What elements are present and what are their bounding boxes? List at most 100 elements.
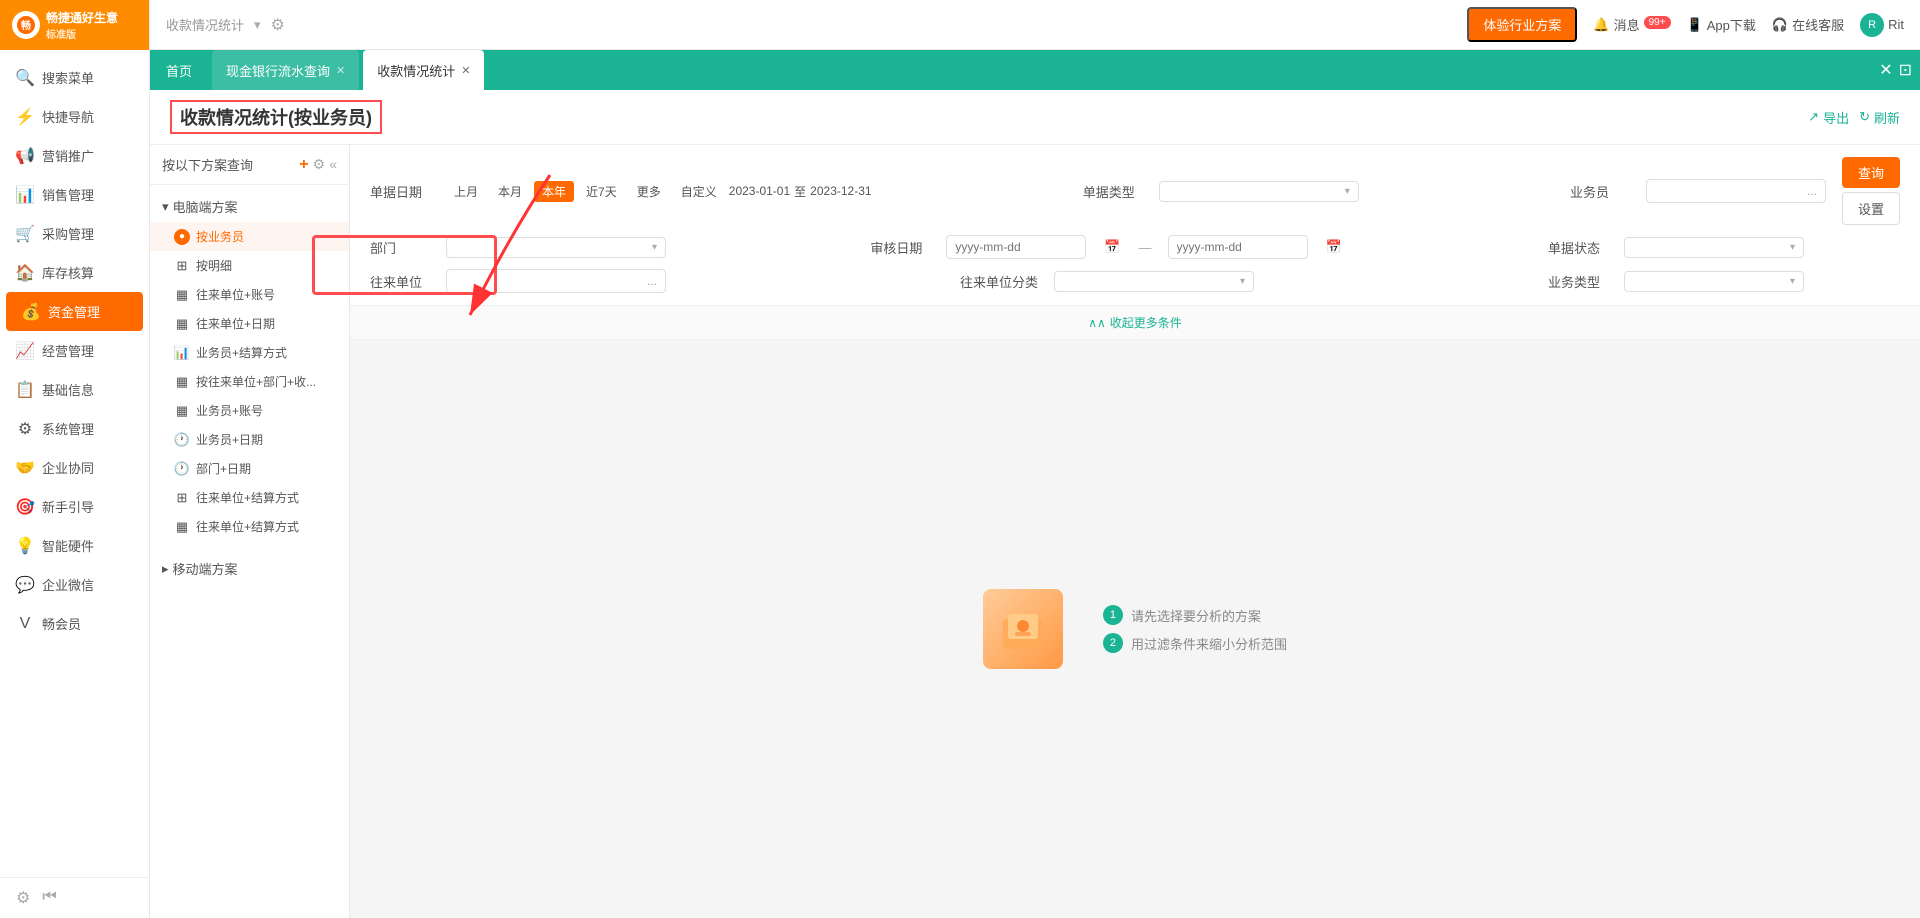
tab-maximize-icon[interactable]: ⊡ xyxy=(1899,60,1912,80)
sidebar-item-system[interactable]: ⚙系统管理 xyxy=(0,409,149,448)
date-tab-last-month[interactable]: 上月 xyxy=(446,181,486,202)
sidebar-item-purchase[interactable]: 🛒采购管理 xyxy=(0,214,149,253)
collapse-button[interactable]: ∧∧ 收起更多条件 xyxy=(1088,314,1182,331)
tree-item-by-staff[interactable]: ● 按业务员 xyxy=(150,222,349,251)
biz-type-label: 业务类型 xyxy=(1548,272,1608,291)
sidebar-label-quick-nav: 快捷导航 xyxy=(42,107,94,126)
partner-category-chevron-icon: ▾ xyxy=(1240,276,1245,287)
tab-home[interactable]: 首页 xyxy=(150,50,208,90)
tree-item-partner-dept-col[interactable]: ▦ 按往来单位+部门+收... xyxy=(150,367,349,396)
partner-more-icon[interactable]: ... xyxy=(647,274,657,288)
header-settings-icon[interactable]: ⚙ xyxy=(271,15,285,35)
staff-select[interactable]: ... xyxy=(1646,179,1826,203)
tree-item-partner-dept-col-label: 按往来单位+部门+收... xyxy=(196,373,316,390)
sidebar-item-finance[interactable]: 💰资金管理 xyxy=(6,292,143,331)
sidebar-label-smart-hw: 智能硬件 xyxy=(42,536,94,555)
tree-mobile-arrow: ▸ xyxy=(162,561,169,577)
tree-item-staff-settlement[interactable]: 📊 业务员+结算方式 xyxy=(150,338,349,367)
date-tab-custom[interactable]: 自定义 xyxy=(673,181,725,202)
sidebar-item-basic[interactable]: 📋基础信息 xyxy=(0,370,149,409)
tab-bar: 首页 现金银行流水查询 ✕ 收款情况统计 ✕ ✕ ⊡ xyxy=(150,50,1920,90)
logo-icon: 畅 xyxy=(12,11,40,39)
sidebar-label-search: 搜索菜单 xyxy=(42,68,94,87)
staff-more-icon[interactable]: ... xyxy=(1807,184,1817,198)
notification-icon: 🔔 xyxy=(1593,17,1609,33)
collapse-panel-icon[interactable]: « xyxy=(329,156,337,174)
trial-button[interactable]: 体验行业方案 xyxy=(1467,7,1577,42)
sidebar-item-quick-nav[interactable]: ⚡快捷导航 xyxy=(0,97,149,136)
partner-label: 往来单位 xyxy=(370,272,430,291)
sidebar-item-marketing[interactable]: 📢营销推广 xyxy=(0,136,149,175)
app-name: 畅捷通好生意 xyxy=(46,9,118,26)
review-date-sep: — xyxy=(1139,240,1152,255)
collapse-row: ∧∧ 收起更多条件 xyxy=(350,306,1920,340)
refresh-btn[interactable]: ↻ 刷新 xyxy=(1859,108,1900,127)
user-btn[interactable]: R Rit xyxy=(1860,13,1904,37)
tree-mobile-toggle[interactable]: ▸ 移动端方案 xyxy=(150,553,349,584)
tree-item-partner-settlement2[interactable]: ▦ 往来单位+结算方式 xyxy=(150,512,349,541)
partner-settlement2-icon: ▦ xyxy=(174,519,190,535)
settings-button[interactable]: 设置 xyxy=(1842,192,1900,225)
tree-item-by-detail-label: 按明细 xyxy=(196,257,232,274)
sidebar-item-guide[interactable]: 🎯新手引导 xyxy=(0,487,149,526)
app-download-btn[interactable]: 📱 App下载 xyxy=(1687,15,1756,34)
sidebar-bottom: ⚙ ⏮ xyxy=(0,877,149,918)
sidebar-item-operation[interactable]: 📈经营管理 xyxy=(0,331,149,370)
tab-bank-flow[interactable]: 现金银行流水查询 ✕ xyxy=(212,50,359,90)
sidebar-item-member[interactable]: V畅会员 xyxy=(0,604,149,643)
header-left: 收款情况统计 ▾ ⚙ xyxy=(166,15,285,35)
tree-item-partner-date[interactable]: ▦ 往来单位+日期 xyxy=(150,309,349,338)
date-tab-this-year[interactable]: 本年 xyxy=(534,181,574,202)
dropdown-icon[interactable]: ▾ xyxy=(254,17,261,33)
tree-item-by-detail[interactable]: ⊞ 按明细 xyxy=(150,251,349,280)
sidebar-item-search[interactable]: 🔍搜索菜单 xyxy=(0,58,149,97)
sidebar-item-smart-hw[interactable]: 💡智能硬件 xyxy=(0,526,149,565)
empty-content: 1 请先选择要分析的方案 2 用过滤条件来缩小分析范围 xyxy=(983,589,1287,669)
tree-item-partner-settlement1[interactable]: ⊞ 往来单位+结算方式 xyxy=(150,483,349,512)
dept-select[interactable]: ▾ xyxy=(446,237,666,258)
tree-desktop-arrow: ▾ xyxy=(162,199,169,215)
date-tabs: 上月 本月 本年 近7天 更多 自定义 2023-01-01 至 2023-12… xyxy=(446,181,872,202)
tree-item-dept-date[interactable]: 🕐 部门+日期 xyxy=(150,454,349,483)
tree-item-partner-account[interactable]: ▦ 往来单位+账号 xyxy=(150,280,349,309)
sidebar-item-enterprise[interactable]: 🤝企业协同 xyxy=(0,448,149,487)
settings-bottom-icon[interactable]: ⚙ xyxy=(16,888,30,908)
user-name: Rit xyxy=(1888,17,1904,32)
tab-collection-stat[interactable]: 收款情况统计 ✕ xyxy=(363,50,484,90)
scheme-settings-icon[interactable]: ⚙ xyxy=(313,156,326,174)
tree-item-staff-date[interactable]: 🕐 业务员+日期 xyxy=(150,425,349,454)
basic-icon: 📋 xyxy=(16,381,34,399)
tab-bank-flow-close[interactable]: ✕ xyxy=(336,64,345,77)
query-button[interactable]: 查询 xyxy=(1842,157,1900,188)
finance-icon: 💰 xyxy=(22,303,40,321)
notification-btn[interactable]: 🔔 消息 99+ xyxy=(1593,15,1670,34)
date-tab-last-7days[interactable]: 近7天 xyxy=(578,181,625,202)
sidebar-item-wechat[interactable]: 💬企业微信 xyxy=(0,565,149,604)
tab-close-all-icon[interactable]: ✕ xyxy=(1879,60,1892,80)
date-tab-this-month[interactable]: 本月 xyxy=(490,181,530,202)
online-service-btn[interactable]: 🎧 在线客服 xyxy=(1772,15,1844,34)
review-date-end-input[interactable] xyxy=(1168,235,1308,259)
sidebar-item-sales[interactable]: 📊销售管理 xyxy=(0,175,149,214)
partner-select[interactable]: ... xyxy=(446,269,666,293)
review-date-icon-start: 📅 xyxy=(1104,239,1120,255)
svg-text:畅: 畅 xyxy=(21,19,31,32)
review-date-start-input[interactable] xyxy=(946,235,1086,259)
staff-settlement-icon: 📊 xyxy=(174,345,190,361)
date-tab-more[interactable]: 更多 xyxy=(629,181,669,202)
sidebar: 畅 畅捷通好生意 标准版 🔍搜索菜单⚡快捷导航📢营销推广📊销售管理🛒采购管理🏠库… xyxy=(0,0,150,918)
doc-type-select[interactable]: ▾ xyxy=(1159,181,1359,202)
tree-desktop-toggle[interactable]: ▾ 电脑端方案 xyxy=(150,191,349,222)
operation-icon: 📈 xyxy=(16,342,34,360)
tree-item-staff-account[interactable]: ▦ 业务员+账号 xyxy=(150,396,349,425)
partner-category-select[interactable]: ▾ xyxy=(1054,271,1254,292)
doc-type-chevron-icon: ▾ xyxy=(1345,186,1350,197)
sidebar-item-inventory[interactable]: 🏠库存核算 xyxy=(0,253,149,292)
collapse-sidebar-icon[interactable]: ⏮ xyxy=(42,888,56,908)
tab-collection-stat-close[interactable]: ✕ xyxy=(461,64,470,77)
biz-type-select[interactable]: ▾ xyxy=(1624,271,1804,292)
page-header-actions: ↗ 导出 ↻ 刷新 xyxy=(1808,108,1900,127)
doc-status-select[interactable]: ▾ xyxy=(1624,237,1804,258)
export-btn[interactable]: ↗ 导出 xyxy=(1808,108,1849,127)
add-scheme-icon[interactable]: + xyxy=(299,156,308,174)
